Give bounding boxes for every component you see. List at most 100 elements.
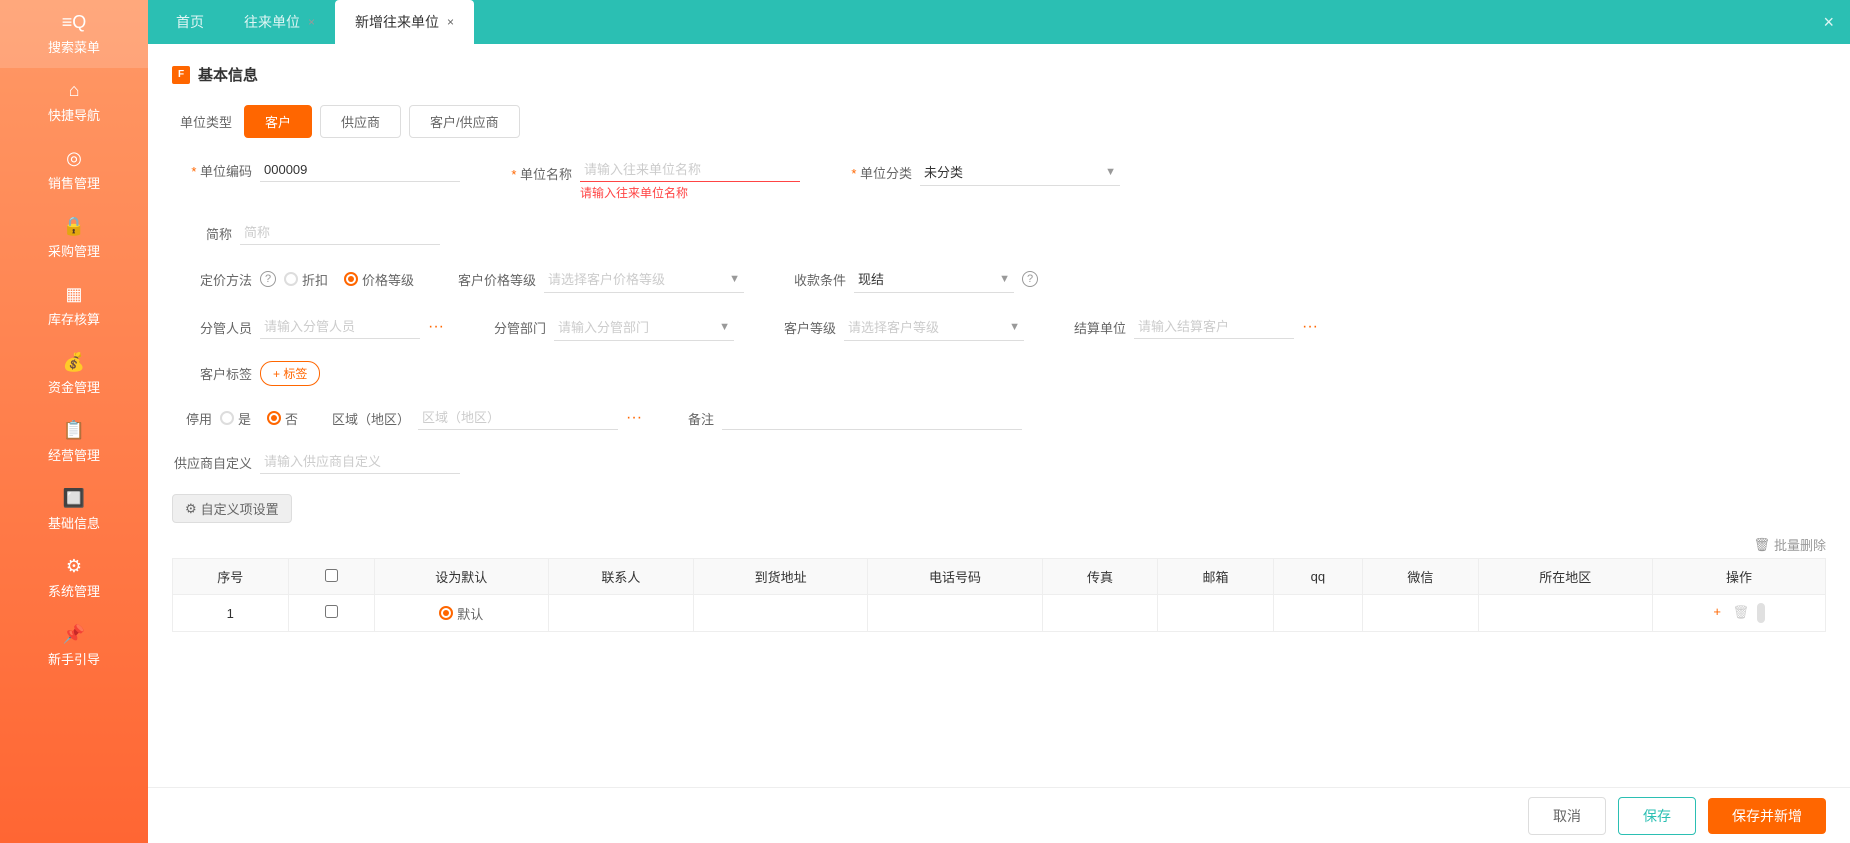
- unit-code-input[interactable]: [260, 158, 460, 182]
- default-label: 默认: [457, 604, 483, 623]
- customer-level-label: 客户等级: [766, 318, 836, 337]
- manager-field: 分管人员 ···: [172, 315, 444, 339]
- sidebar-item-finance[interactable]: 💰 资金管理: [0, 340, 148, 408]
- unit-info-row: 单位编码 单位名称 请输入往来单位名称 单位分类 未分类 ▼: [172, 158, 1826, 201]
- region-more-icon[interactable]: ···: [626, 409, 642, 427]
- tab-new-partner-close[interactable]: ×: [447, 15, 454, 29]
- custom-settings-button[interactable]: ⚙ 自定义项设置: [172, 494, 292, 523]
- payment-select[interactable]: 现结 ▼: [854, 265, 1014, 293]
- row-checkbox[interactable]: [325, 605, 338, 618]
- settle-more-icon[interactable]: ···: [1302, 318, 1318, 336]
- custom-settings-label: 自定义项设置: [201, 499, 279, 518]
- add-tag-button[interactable]: + 标签: [260, 361, 320, 386]
- level-radio[interactable]: [344, 272, 358, 286]
- sidebar-item-label: 经营管理: [48, 445, 100, 464]
- manager-label: 分管人员: [172, 318, 252, 337]
- unit-btn-customer[interactable]: 客户: [244, 105, 312, 138]
- window-close-button[interactable]: ×: [1815, 12, 1842, 33]
- batch-delete-button[interactable]: 🗑 批量删除: [1753, 535, 1826, 554]
- discount-radio[interactable]: [284, 272, 298, 286]
- unit-name-wrapper: 请输入往来单位名称: [580, 158, 800, 201]
- unit-name-field: 单位名称 请输入往来单位名称: [492, 158, 800, 201]
- footer: 取消 保存 保存并新增: [148, 787, 1850, 843]
- delete-row-icon[interactable]: 🗑: [1733, 604, 1750, 619]
- customer-price-label: 客户价格等级: [446, 270, 536, 289]
- save-and-new-button[interactable]: 保存并新增: [1708, 798, 1826, 834]
- yes-label: 是: [238, 409, 251, 428]
- contact-table: 序号 设为默认 联系人 到货地址 电话号码 传真 邮箱 qq 微信 所在地区 操…: [172, 558, 1826, 632]
- remark-input[interactable]: [722, 406, 1022, 430]
- main-content: 首页 往来单位 × 新增往来单位 × × F 基本信息 单位类型 客户 供应商: [148, 0, 1850, 843]
- sidebar-item-basic-info[interactable]: 🔲 基础信息: [0, 476, 148, 544]
- disable-field: 停用 是 否: [172, 409, 298, 428]
- col-address: 到货地址: [693, 559, 867, 595]
- abbr-input[interactable]: [240, 221, 440, 245]
- manager-input[interactable]: [260, 315, 420, 339]
- tab-home[interactable]: 首页: [156, 0, 224, 44]
- sidebar-item-purchase[interactable]: 🔒 采购管理: [0, 204, 148, 272]
- sidebar-item-nav[interactable]: ⌂ 快捷导航: [0, 68, 148, 136]
- col-index: 序号: [173, 559, 289, 595]
- tag-row: 客户标签 + 标签: [172, 361, 1826, 386]
- col-checkbox: [288, 559, 374, 595]
- payment-help-icon[interactable]: ?: [1022, 271, 1038, 287]
- tab-partners[interactable]: 往来单位 ×: [224, 0, 335, 44]
- remark-field: 备注: [674, 406, 1022, 430]
- col-wechat: 微信: [1363, 559, 1479, 595]
- section-title: 基本信息: [198, 64, 258, 85]
- col-default: 设为默认: [374, 559, 548, 595]
- settle-unit-input[interactable]: [1134, 315, 1294, 339]
- sidebar-item-sales[interactable]: ◎ 销售管理: [0, 136, 148, 204]
- unit-category-select[interactable]: 未分类 ▼: [920, 158, 1120, 186]
- default-radio-item[interactable]: 默认: [387, 604, 536, 623]
- sidebar-item-search[interactable]: ≡Q 搜索菜单: [0, 0, 148, 68]
- sidebar-item-label: 基础信息: [48, 513, 100, 532]
- unit-btn-supplier[interactable]: 供应商: [320, 105, 401, 138]
- sidebar-item-inventory[interactable]: ▦ 库存核算: [0, 272, 148, 340]
- row-email: [1158, 595, 1274, 632]
- region-label: 区域（地区）: [330, 409, 410, 428]
- customer-price-select[interactable]: 请选择客户价格等级 ▼: [544, 265, 744, 293]
- select-all-checkbox[interactable]: [325, 569, 338, 582]
- sidebar-item-management[interactable]: 📋 经营管理: [0, 408, 148, 476]
- disable-no[interactable]: 否: [267, 409, 298, 428]
- sidebar: ≡Q 搜索菜单 ⌂ 快捷导航 ◎ 销售管理 🔒 采购管理 ▦ 库存核算 💰 资金…: [0, 0, 148, 843]
- disable-radio-group: 是 否: [220, 409, 298, 428]
- unit-name-input[interactable]: [580, 158, 800, 182]
- sidebar-item-guide[interactable]: 📌 新手引导: [0, 612, 148, 680]
- yes-radio[interactable]: [220, 411, 234, 425]
- tab-new-partner[interactable]: 新增往来单位 ×: [335, 0, 474, 44]
- table-section: ⚙ 自定义项设置 🗑 批量删除 序号 设为默认 联系人 到货地址: [172, 494, 1826, 632]
- add-row-icon[interactable]: +: [1713, 604, 1721, 619]
- department-field: 分管部门 请输入分管部门 ▼: [476, 313, 734, 341]
- region-input[interactable]: [418, 406, 618, 430]
- department-select[interactable]: 请输入分管部门 ▼: [554, 313, 734, 341]
- manager-more-icon[interactable]: ···: [428, 318, 444, 336]
- unit-type-field: 单位类型 客户 供应商 客户/供应商: [172, 105, 520, 138]
- save-button[interactable]: 保存: [1618, 797, 1696, 835]
- cancel-button[interactable]: 取消: [1528, 797, 1606, 835]
- unit-btn-both[interactable]: 客户/供应商: [409, 105, 520, 138]
- row-index: 1: [173, 595, 289, 632]
- sales-icon: ◎: [66, 148, 82, 169]
- sidebar-item-system[interactable]: ⚙ 系统管理: [0, 544, 148, 612]
- unit-type-label: 单位类型: [172, 112, 232, 131]
- pricing-radio-level[interactable]: 价格等级: [344, 270, 414, 289]
- batch-delete-label: 批量删除: [1774, 535, 1826, 554]
- sidebar-item-label: 系统管理: [48, 581, 100, 600]
- default-radio[interactable]: [439, 606, 453, 620]
- pricing-help-icon[interactable]: ?: [260, 271, 276, 287]
- disable-yes[interactable]: 是: [220, 409, 251, 428]
- sidebar-item-label: 新手引导: [48, 649, 100, 668]
- col-fax: 传真: [1042, 559, 1158, 595]
- pricing-radio-discount[interactable]: 折扣: [284, 270, 328, 289]
- customer-level-select[interactable]: 请选择客户等级 ▼: [844, 313, 1024, 341]
- supplier-custom-input[interactable]: [260, 450, 460, 474]
- inventory-icon: ▦: [65, 284, 82, 305]
- no-radio[interactable]: [267, 411, 281, 425]
- content-area: F 基本信息 单位类型 客户 供应商 客户/供应商 单位编码 单: [148, 44, 1850, 787]
- unit-name-label: 单位名称: [492, 164, 572, 183]
- tab-bar: 首页 往来单位 × 新增往来单位 × ×: [148, 0, 1850, 44]
- chevron-down-icon4: ▼: [719, 321, 730, 333]
- tab-partners-close[interactable]: ×: [308, 15, 315, 29]
